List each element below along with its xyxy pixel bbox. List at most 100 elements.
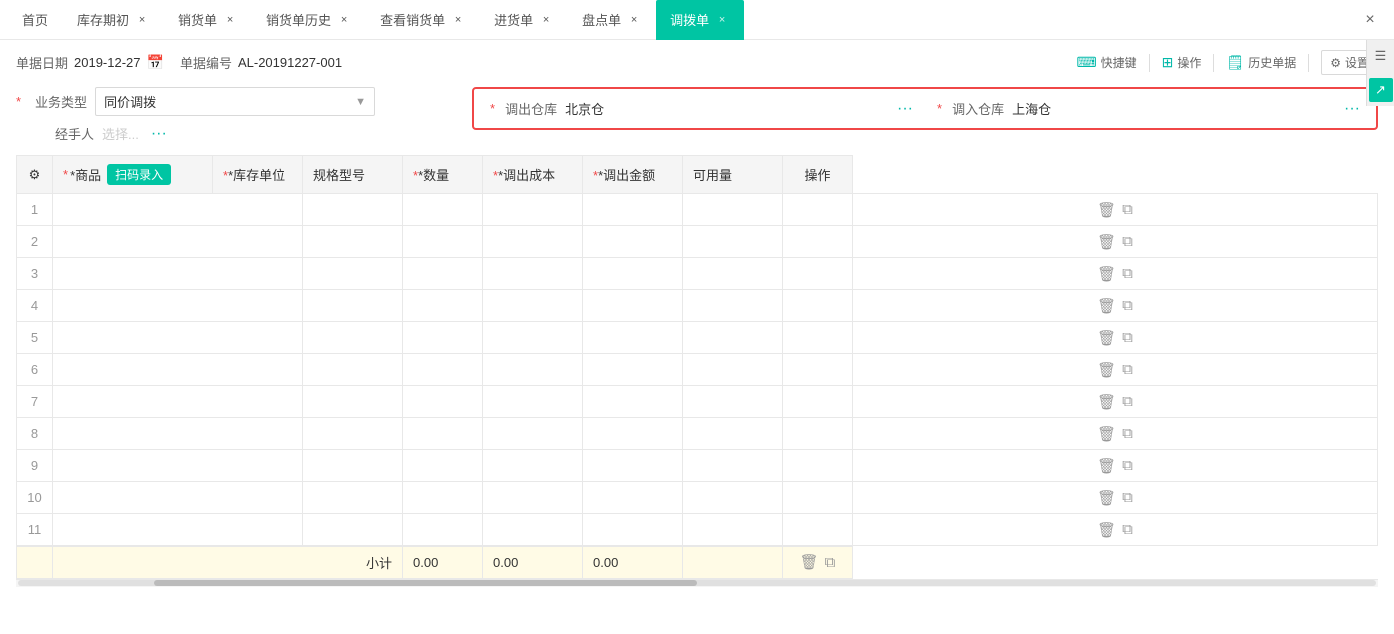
- row-product[interactable]: [53, 514, 303, 546]
- row-qty[interactable]: [483, 386, 583, 418]
- row-unit[interactable]: [303, 226, 403, 258]
- transfer-in-more-btn[interactable]: ···: [1344, 100, 1360, 118]
- row-amount[interactable]: [683, 290, 783, 322]
- calendar-icon[interactable]: 📅: [147, 54, 164, 71]
- row-qty[interactable]: [483, 258, 583, 290]
- row-amount[interactable]: [683, 482, 783, 514]
- tab-purchase-order-close[interactable]: ×: [539, 13, 553, 27]
- row-available[interactable]: [783, 482, 853, 514]
- row-qty[interactable]: [483, 482, 583, 514]
- row-cost[interactable]: [583, 482, 683, 514]
- history-btn[interactable]: 🗒 历史单据: [1226, 54, 1296, 71]
- tab-inventory-check[interactable]: 盘点单 ×: [568, 0, 656, 40]
- scroll-thumb[interactable]: [154, 580, 697, 586]
- row-available[interactable]: [783, 226, 853, 258]
- delete-row-icon[interactable]: 🗑: [1097, 233, 1116, 251]
- row-unit[interactable]: [303, 482, 403, 514]
- row-qty[interactable]: [483, 514, 583, 546]
- row-spec[interactable]: [403, 450, 483, 482]
- handler-more-btn[interactable]: ···: [151, 125, 167, 143]
- row-available[interactable]: [783, 290, 853, 322]
- operations-btn[interactable]: ⊞ 操作: [1162, 54, 1202, 71]
- copy-row-icon[interactable]: ⧉: [1122, 265, 1133, 282]
- copy-row-icon[interactable]: ⧉: [1122, 201, 1133, 218]
- delete-row-icon[interactable]: 🗑: [1097, 201, 1116, 219]
- copy-row-icon[interactable]: ⧉: [1122, 361, 1133, 378]
- handler-placeholder[interactable]: 选择...: [102, 124, 139, 143]
- row-unit[interactable]: [303, 386, 403, 418]
- row-cost[interactable]: [583, 418, 683, 450]
- row-product[interactable]: [53, 450, 303, 482]
- tab-transfer-order[interactable]: 调拨单 ×: [656, 0, 744, 40]
- delete-row-icon[interactable]: 🗑: [1097, 521, 1116, 539]
- copy-row-icon[interactable]: ⧉: [1122, 297, 1133, 314]
- row-cost[interactable]: [583, 258, 683, 290]
- row-amount[interactable]: [683, 322, 783, 354]
- delete-row-icon[interactable]: 🗑: [1097, 425, 1116, 443]
- row-cost[interactable]: [583, 450, 683, 482]
- col-settings[interactable]: ⚙: [17, 156, 53, 194]
- row-unit[interactable]: [303, 450, 403, 482]
- row-product[interactable]: [53, 354, 303, 386]
- row-product[interactable]: [53, 386, 303, 418]
- tab-transfer-order-close[interactable]: ×: [715, 13, 729, 27]
- row-qty[interactable]: [483, 418, 583, 450]
- row-unit[interactable]: [303, 354, 403, 386]
- copy-row-icon[interactable]: ⧉: [1122, 489, 1133, 506]
- copy-row-icon[interactable]: ⧉: [1122, 457, 1133, 474]
- row-product[interactable]: [53, 194, 303, 226]
- row-spec[interactable]: [403, 514, 483, 546]
- row-spec[interactable]: [403, 354, 483, 386]
- delete-row-icon[interactable]: 🗑: [1097, 457, 1116, 475]
- tab-view-sales[interactable]: 查看销货单 ×: [366, 0, 480, 40]
- row-product[interactable]: [53, 290, 303, 322]
- row-available[interactable]: [783, 386, 853, 418]
- copy-row-icon[interactable]: ⧉: [1122, 233, 1133, 250]
- row-amount[interactable]: [683, 514, 783, 546]
- delete-row-icon[interactable]: 🗑: [1097, 361, 1116, 379]
- doc-date-value[interactable]: 2019-12-27: [74, 55, 141, 70]
- row-product[interactable]: [53, 258, 303, 290]
- row-available[interactable]: [783, 322, 853, 354]
- delete-row-icon[interactable]: 🗑: [1097, 393, 1116, 411]
- row-available[interactable]: [783, 258, 853, 290]
- row-unit[interactable]: [303, 258, 403, 290]
- row-cost[interactable]: [583, 322, 683, 354]
- tab-purchase-order[interactable]: 进货单 ×: [480, 0, 568, 40]
- row-spec[interactable]: [403, 386, 483, 418]
- row-spec[interactable]: [403, 482, 483, 514]
- delete-row-icon[interactable]: 🗑: [1097, 329, 1116, 347]
- row-amount[interactable]: [683, 194, 783, 226]
- copy-row-icon[interactable]: ⧉: [1122, 521, 1133, 538]
- row-amount[interactable]: [683, 354, 783, 386]
- row-amount[interactable]: [683, 418, 783, 450]
- row-unit[interactable]: [303, 418, 403, 450]
- row-available[interactable]: [783, 194, 853, 226]
- copy-row-icon[interactable]: ⧉: [1122, 329, 1133, 346]
- tab-view-sales-close[interactable]: ×: [451, 13, 465, 27]
- row-qty[interactable]: [483, 450, 583, 482]
- scan-entry-button[interactable]: 扫码录入: [107, 164, 171, 185]
- row-product[interactable]: [53, 322, 303, 354]
- delete-row-icon[interactable]: 🗑: [1097, 265, 1116, 283]
- transfer-out-value[interactable]: 北京仓: [565, 99, 889, 118]
- row-amount[interactable]: [683, 226, 783, 258]
- row-product[interactable]: [53, 482, 303, 514]
- transfer-in-value[interactable]: 上海仓: [1012, 99, 1336, 118]
- window-close-button[interactable]: ×: [1354, 4, 1386, 36]
- shortcut-btn[interactable]: ⌨ 快捷键: [1076, 54, 1136, 71]
- row-product[interactable]: [53, 226, 303, 258]
- row-qty[interactable]: [483, 290, 583, 322]
- row-unit[interactable]: [303, 514, 403, 546]
- row-spec[interactable]: [403, 418, 483, 450]
- row-unit[interactable]: [303, 322, 403, 354]
- row-cost[interactable]: [583, 226, 683, 258]
- sidebar-list-btn[interactable]: ☰: [1369, 44, 1393, 68]
- horizontal-scrollbar[interactable]: [16, 579, 1378, 587]
- tab-home[interactable]: 首页: [8, 0, 63, 40]
- transfer-out-more-btn[interactable]: ···: [897, 100, 913, 118]
- delete-row-icon[interactable]: 🗑: [1097, 297, 1116, 315]
- business-type-select[interactable]: 同价调拨 ▼: [95, 87, 375, 116]
- row-spec[interactable]: [403, 194, 483, 226]
- row-cost[interactable]: [583, 386, 683, 418]
